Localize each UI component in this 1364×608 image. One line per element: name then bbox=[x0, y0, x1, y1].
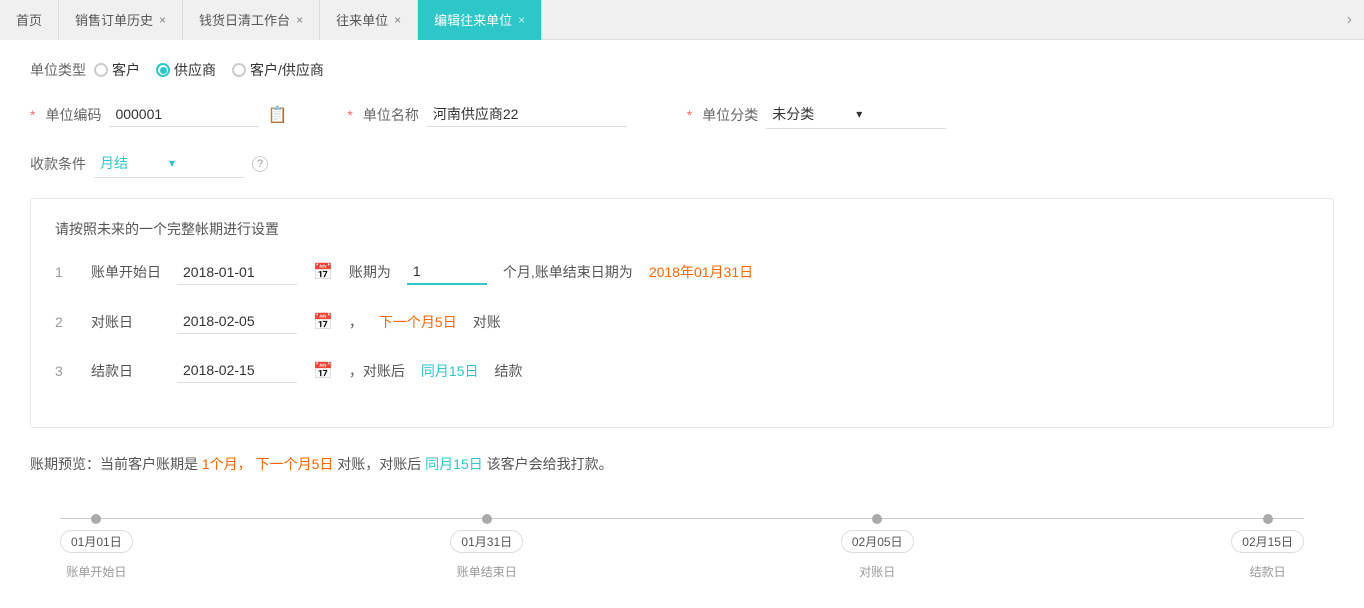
timeline-dot-3 bbox=[872, 514, 882, 524]
unit-category-star: * bbox=[687, 107, 692, 123]
unit-name-input[interactable] bbox=[427, 102, 627, 127]
payment-terms-label: 收款条件 bbox=[30, 154, 86, 174]
period-suffix-1: 账期为 bbox=[349, 262, 391, 282]
timeline-point-3: 02月05日 对账日 bbox=[841, 504, 914, 580]
period-months-unit: 个月,账单结束日期为 bbox=[503, 262, 633, 282]
timeline-date-label-4: 02月15日 bbox=[1231, 530, 1304, 553]
unit-info-row: * 单位编码 📋 * 单位名称 * 单位分类 未分类 ▾ bbox=[30, 100, 1334, 129]
period-highlight-2: 下一个月5日 bbox=[379, 312, 457, 332]
payment-terms-arrow-icon: ▾ bbox=[169, 156, 238, 170]
close-partners-tab[interactable]: × bbox=[394, 13, 401, 27]
tab-bar: 首页 销售订单历史 × 钱货日清工作台 × 往来单位 × 编辑往来单位 × › bbox=[0, 0, 1364, 40]
period-prefix-2: ， bbox=[349, 312, 363, 332]
unit-code-label: 单位编码 bbox=[45, 105, 101, 125]
period-calendar-2[interactable]: 📅 bbox=[313, 312, 333, 332]
unit-type-radio-group: 客户 供应商 客户/供应商 bbox=[94, 60, 324, 80]
unit-code-star: * bbox=[30, 107, 35, 123]
period-row-1: 1 账单开始日 📅 账期为 个月,账单结束日期为 2018年01月31日 bbox=[55, 259, 1309, 285]
period-num-2: 2 bbox=[55, 314, 75, 330]
main-content: 单位类型 客户 供应商 客户/供应商 * 单位编码 bbox=[0, 40, 1364, 608]
period-suffix-2: 对账 bbox=[473, 312, 501, 332]
timeline-sublabel-1: 账单开始日 bbox=[66, 563, 126, 580]
period-calendar-3[interactable]: 📅 bbox=[313, 361, 333, 381]
tab-cash-work[interactable]: 钱货日清工作台 × bbox=[183, 0, 320, 40]
payment-terms-help-icon[interactable]: ? bbox=[252, 156, 268, 172]
timeline-point-4: 02月15日 结款日 bbox=[1231, 504, 1304, 580]
unit-type-field: 单位类型 客户 供应商 客户/供应商 bbox=[30, 60, 324, 80]
payment-terms-field: 收款条件 月结 ▾ ? bbox=[30, 149, 268, 178]
unit-category-label: 单位分类 bbox=[702, 105, 758, 125]
timeline-points: 01月01日 账单开始日 01月31日 账单结束日 02月05日 对账日 02月… bbox=[30, 504, 1334, 580]
period-row-2: 2 对账日 📅 ， 下一个月5日 对账 bbox=[55, 309, 1309, 334]
period-num-3: 3 bbox=[55, 363, 75, 379]
period-suffix-3: 结款 bbox=[495, 361, 523, 381]
unit-category-dropdown[interactable]: 未分类 ▾ bbox=[766, 100, 946, 129]
timeline-point-2: 01月31日 账单结束日 bbox=[450, 504, 523, 580]
period-num-1: 1 bbox=[55, 264, 75, 280]
tab-edit-partner[interactable]: 编辑往来单位 × bbox=[418, 0, 542, 40]
period-box-title: 请按照未来的一个完整帐期进行设置 bbox=[55, 219, 1309, 239]
period-highlight-3: 同月15日 bbox=[421, 361, 479, 381]
radio-supplier-circle bbox=[156, 63, 170, 77]
timeline-dot-4 bbox=[1263, 514, 1273, 524]
unit-category-arrow-icon: ▾ bbox=[856, 107, 940, 121]
period-months-input[interactable] bbox=[407, 259, 487, 285]
unit-code-field: * 单位编码 📋 bbox=[30, 102, 287, 127]
period-date-2[interactable] bbox=[177, 309, 297, 334]
timeline-dot-2 bbox=[482, 514, 492, 524]
tab-partners[interactable]: 往来单位 × bbox=[320, 0, 418, 40]
period-row-3: 3 结款日 📅 ，对账后 同月15日 结款 bbox=[55, 358, 1309, 383]
radio-both[interactable]: 客户/供应商 bbox=[232, 60, 324, 80]
period-settings-box: 请按照未来的一个完整帐期进行设置 1 账单开始日 📅 账期为 个月,账单结束日期… bbox=[30, 198, 1334, 428]
radio-both-circle bbox=[232, 63, 246, 77]
radio-customer[interactable]: 客户 bbox=[94, 60, 140, 80]
timeline-date-label-2: 01月31日 bbox=[450, 530, 523, 553]
unit-category-field: * 单位分类 未分类 ▾ bbox=[687, 100, 946, 129]
close-edit-partner-tab[interactable]: × bbox=[518, 13, 525, 27]
timeline-dot-1 bbox=[91, 514, 101, 524]
unit-name-star: * bbox=[347, 107, 352, 123]
payment-terms-dropdown[interactable]: 月结 ▾ bbox=[94, 149, 244, 178]
radio-customer-circle bbox=[94, 63, 108, 77]
unit-type-label: 单位类型 bbox=[30, 60, 86, 80]
timeline-sublabel-3: 对账日 bbox=[859, 563, 895, 580]
preview-text: 账期预览：当前客户账期是 1个月， 下一个月5日 对账，对账后 同月15日 该客… bbox=[30, 444, 1334, 484]
timeline-sublabel-4: 结款日 bbox=[1250, 563, 1286, 580]
period-calendar-1[interactable]: 📅 bbox=[313, 262, 333, 282]
timeline-wrapper: 01月01日 账单开始日 01月31日 账单结束日 02月05日 对账日 02月… bbox=[30, 504, 1334, 584]
period-label-2: 对账日 bbox=[91, 312, 161, 332]
timeline-date-label-3: 02月05日 bbox=[841, 530, 914, 553]
period-end-date-1: 2018年01月31日 bbox=[649, 262, 753, 282]
close-cash-work-tab[interactable]: × bbox=[296, 13, 303, 27]
timeline-point-1: 01月01日 账单开始日 bbox=[60, 504, 133, 580]
radio-supplier[interactable]: 供应商 bbox=[156, 60, 216, 80]
timeline-date-label-1: 01月01日 bbox=[60, 530, 133, 553]
period-label-1: 账单开始日 bbox=[91, 262, 161, 282]
tab-expand-button[interactable]: › bbox=[1335, 0, 1364, 40]
unit-name-label: 单位名称 bbox=[363, 105, 419, 125]
period-date-1[interactable] bbox=[177, 260, 297, 285]
period-date-3[interactable] bbox=[177, 358, 297, 383]
period-label-3: 结款日 bbox=[91, 361, 161, 381]
timeline-sublabel-2: 账单结束日 bbox=[457, 563, 517, 580]
tab-home[interactable]: 首页 bbox=[0, 0, 59, 40]
payment-terms-row: 收款条件 月结 ▾ ? bbox=[30, 149, 1334, 178]
close-sales-history-tab[interactable]: × bbox=[159, 13, 166, 27]
tab-sales-history[interactable]: 销售订单历史 × bbox=[59, 0, 183, 40]
period-prefix-3: ，对账后 bbox=[349, 361, 405, 381]
timeline-container: 01月01日 账单开始日 01月31日 账单结束日 02月05日 对账日 02月… bbox=[30, 504, 1334, 584]
unit-code-input[interactable] bbox=[109, 102, 259, 127]
unit-code-calendar-icon[interactable]: 📋 bbox=[267, 105, 287, 125]
unit-type-row: 单位类型 客户 供应商 客户/供应商 bbox=[30, 60, 1334, 80]
unit-name-field: * 单位名称 bbox=[347, 102, 626, 127]
